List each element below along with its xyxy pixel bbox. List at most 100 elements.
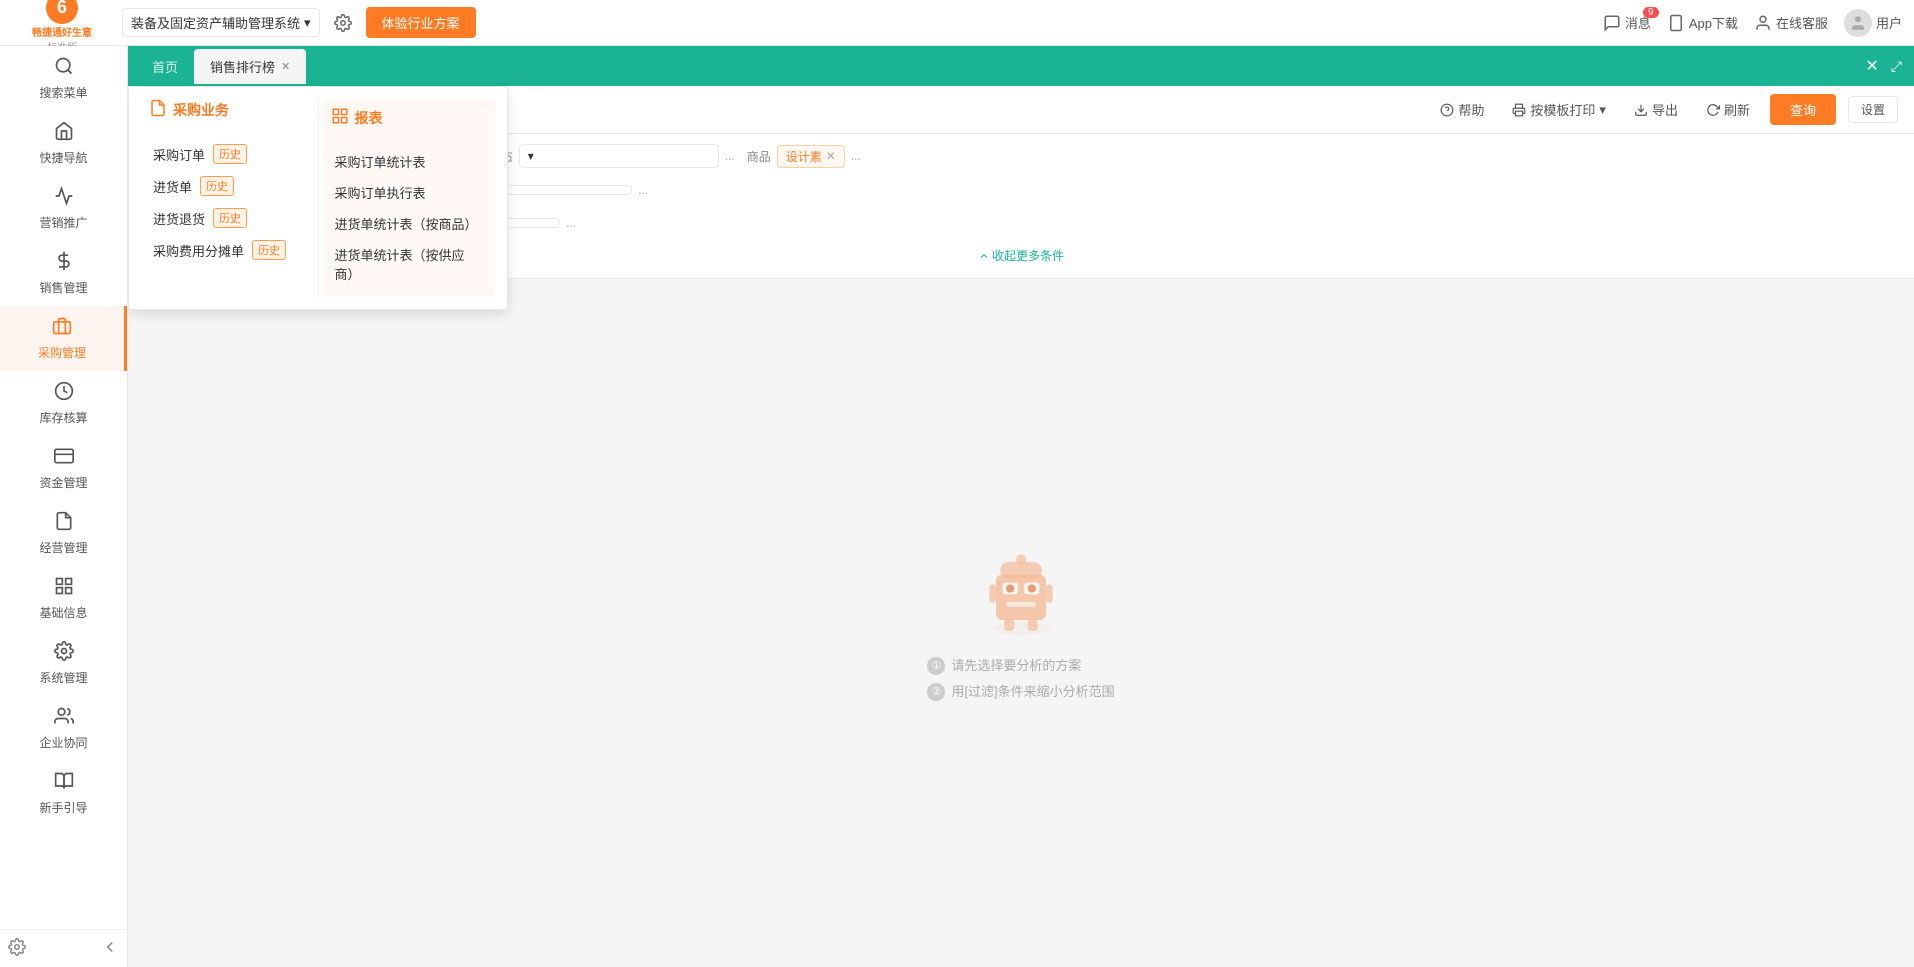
history-badge-expense: 历史 (252, 240, 286, 260)
report-col-icon (331, 107, 349, 128)
goods-tag[interactable]: 设计素 ✕ (777, 145, 845, 168)
refresh-btn[interactable]: 刷新 (1698, 96, 1758, 123)
sidebar-item-marketing[interactable]: 营销推广 (0, 176, 127, 241)
tab-sales-ranking[interactable]: 销售排行榜 ✕ (194, 49, 306, 84)
sidebar-item-sales[interactable]: 销售管理 (0, 241, 127, 306)
tab-bar-expand-btn[interactable]: ⤢ (1887, 58, 1906, 75)
sidebar-item-operations[interactable]: 经营管理 (0, 501, 127, 566)
dropdown-menu: 采购业务 采购订单 历史 进货单 历史 进货退货 历史 (128, 86, 508, 310)
hint-text-2: 用[过滤]条件来缩小分析范围 (951, 679, 1114, 705)
sidebar-bottom (0, 929, 127, 967)
app-download-label: App下载 (1689, 13, 1738, 32)
online-support-btn[interactable]: 在线客服 (1754, 13, 1828, 32)
history-badge-inbound: 历史 (200, 176, 234, 196)
goods-tag-close[interactable]: ✕ (826, 149, 836, 163)
salesman-dots[interactable]: ... (638, 183, 648, 197)
tab-home[interactable]: 首页 (136, 49, 194, 84)
industry-btn[interactable]: 体验行业方案 (366, 7, 476, 38)
sidebar-item-system[interactable]: 系统管理 (0, 631, 127, 696)
dropdown-item-expense[interactable]: 采购费用分摊单 历史 (149, 234, 306, 266)
sidebar-item-label: 系统管理 (39, 669, 87, 686)
dropdown-item-purchase-order[interactable]: 采购订单 历史 (149, 138, 306, 170)
sidebar-item-enterprise[interactable]: 企业协同 (0, 696, 127, 761)
dropdown-item-purchase-order-exec[interactable]: 采购订单执行表 (331, 177, 488, 208)
operations-icon (54, 511, 74, 536)
messages-btn[interactable]: 消息 9 (1603, 13, 1651, 32)
print-chevron: ▾ (1599, 102, 1606, 118)
tab-home-label: 首页 (152, 57, 178, 76)
hint-num-1: ① (927, 657, 945, 675)
sidebar-item-finance[interactable]: 资金管理 (0, 436, 127, 501)
doc-status-dots[interactable]: ... (725, 149, 735, 163)
sidebar-collapse-btn[interactable] (101, 938, 119, 959)
sidebar-item-label: 库存核算 (39, 409, 87, 426)
sidebar-item-quick-nav[interactable]: 快捷导航 (0, 111, 127, 176)
inventory-icon (54, 381, 74, 406)
logo-brand: 畅捷通好生意 (32, 24, 92, 39)
basic-info-icon (54, 576, 74, 601)
sidebar-item-label: 基础信息 (39, 604, 87, 621)
dropdown-purchase-title: 采购业务 (149, 99, 306, 126)
sidebar-settings-btn[interactable] (8, 938, 26, 959)
collapse-label: 收起更多条件 (992, 247, 1064, 264)
dropdown-report-col: 报表 采购订单统计表 采购订单执行表 进货单统计表（按商品） 进货单统计表（按供 (323, 99, 496, 297)
sidebar-item-inventory[interactable]: 库存核算 (0, 371, 127, 436)
tab-sales-ranking-label: 销售排行榜 (210, 57, 275, 76)
empty-hint-1: ① 请先选择要分析的方案 (927, 653, 1114, 679)
sidebar-item-purchase[interactable]: 采购管理 (0, 306, 127, 371)
empty-hints: ① 请先选择要分析的方案 ② 用[过滤]条件来缩小分析范围 (927, 653, 1114, 705)
messages-badge: 9 (1643, 7, 1659, 18)
user-menu[interactable]: 用户 (1844, 9, 1902, 37)
sidebar-item-basic-info[interactable]: 基础信息 (0, 566, 127, 631)
dropdown-item-purchase-order-stat[interactable]: 采购订单统计表 (331, 146, 488, 177)
doc-status-chevron: ▾ (528, 149, 534, 163)
collapse-btn[interactable]: 收起更多条件 (978, 247, 1064, 264)
chevron-down-icon: ▾ (304, 15, 311, 31)
set-button[interactable]: 设置 (1848, 96, 1898, 123)
system-icon (54, 641, 74, 666)
goods-label: 商品 (747, 148, 771, 165)
tab-bar: 首页 销售排行榜 ✕ ✕ ⤢ (128, 46, 1914, 86)
online-support-label: 在线客服 (1776, 13, 1828, 32)
empty-state: ① 请先选择要分析的方案 ② 用[过滤]条件来缩小分析范围 (128, 279, 1914, 967)
sidebar-item-search-menu[interactable]: 搜索菜单 (0, 46, 127, 111)
print-btn[interactable]: 按模板打印 ▾ (1504, 96, 1614, 123)
top-bar: 6 畅捷通好生意 标准版 装备及固定资产辅助管理系统 ▾ 体验行业方案 消息 (0, 0, 1914, 46)
content-area: 首页 销售排行榜 ✕ ✕ ⤢ (128, 46, 1914, 967)
dropdown-purchase-col: 采购业务 采购订单 历史 进货单 历史 进货退货 历史 (141, 99, 314, 297)
filter-goods: 商品 设计素 ✕ ... (747, 145, 861, 168)
tab-bar-close-btn[interactable]: ✕ (1857, 56, 1886, 76)
newbie-icon (54, 771, 74, 796)
sidebar-item-label: 资金管理 (39, 474, 87, 491)
dropdown-item-inbound[interactable]: 进货单 历史 (149, 170, 306, 202)
system-title[interactable]: 装备及固定资产辅助管理系统 ▾ (122, 8, 320, 37)
hint-num-2: ② (927, 683, 945, 701)
goods-dots[interactable]: ... (851, 149, 861, 163)
export-label: 导出 (1652, 100, 1678, 119)
sidebar-item-label: 新手引导 (39, 799, 87, 816)
sidebar-item-label: 搜索菜单 (39, 84, 87, 101)
export-btn[interactable]: 导出 (1626, 96, 1686, 123)
sidebar-item-label: 营销推广 (39, 214, 87, 231)
help-label: 帮助 (1458, 100, 1484, 119)
quick-nav-icon (54, 121, 74, 146)
empty-illustration (971, 541, 1071, 641)
user-label: 用户 (1876, 13, 1902, 32)
top-bar-right: 消息 9 App下载 在线客服 用户 (1603, 9, 1902, 37)
dropdown-item-inbound-stat-by-supplier[interactable]: 进货单统计表（按供应商） (331, 239, 488, 289)
dropdown-item-return[interactable]: 进货退货 历史 (149, 202, 306, 234)
query-button[interactable]: 查询 (1770, 94, 1836, 125)
settings-button[interactable] (328, 8, 358, 38)
doc-status-input[interactable]: ▾ (519, 144, 719, 168)
customer-dots[interactable]: ... (566, 216, 576, 230)
purchase-col-icon (149, 99, 167, 120)
finance-icon (54, 446, 74, 471)
help-btn[interactable]: 帮助 (1432, 96, 1492, 123)
dropdown-item-inbound-stat-by-goods[interactable]: 进货单统计表（按商品） (331, 208, 488, 239)
refresh-label: 刷新 (1724, 100, 1750, 119)
tab-close-icon[interactable]: ✕ (281, 60, 290, 73)
sidebar-item-newbie[interactable]: 新手引导 (0, 761, 127, 826)
app-download-btn[interactable]: App下载 (1667, 13, 1738, 32)
user-avatar (1844, 9, 1872, 37)
system-title-text: 装备及固定资产辅助管理系统 (131, 13, 300, 32)
